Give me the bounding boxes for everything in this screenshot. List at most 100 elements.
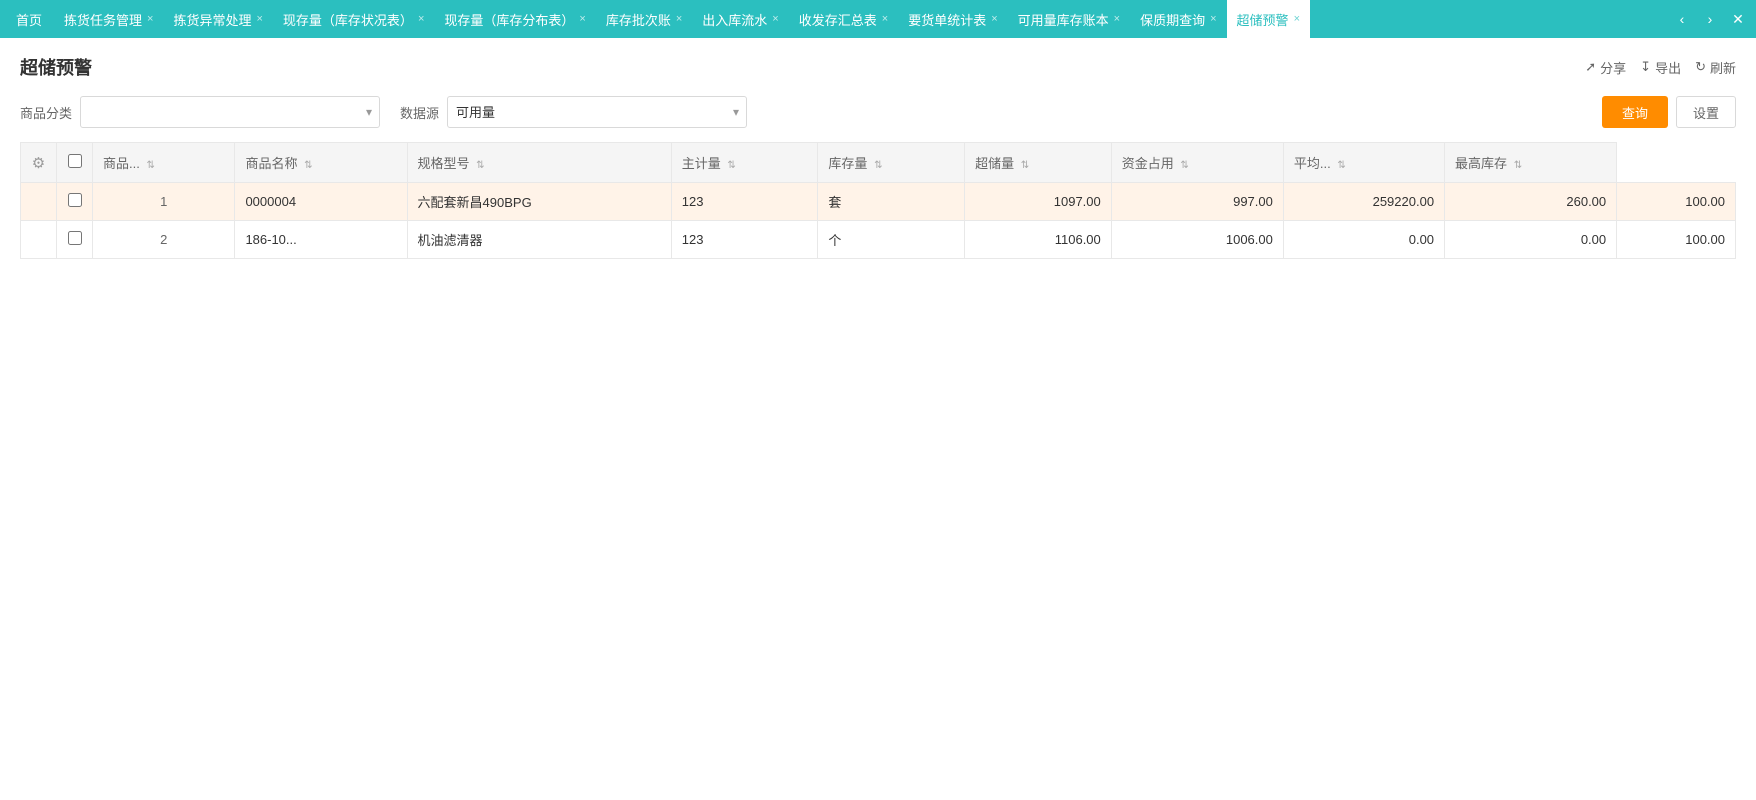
- nav-arrows: ‹ › ✕: [1668, 0, 1752, 38]
- row-product-code: 0000004: [235, 183, 407, 221]
- row-overflow: 997.00: [1111, 183, 1283, 221]
- row-checkbox-cell: [57, 221, 93, 259]
- row-checkbox[interactable]: [68, 231, 82, 245]
- tab-close-icon[interactable]: ×: [676, 13, 682, 25]
- export-button[interactable]: ↧ 导出: [1640, 58, 1681, 77]
- tab-close-icon[interactable]: ×: [418, 13, 424, 25]
- category-select-wrap: ▾: [80, 96, 380, 128]
- col-stock[interactable]: 库存量 ⇅: [818, 143, 965, 183]
- row-spec: 123: [671, 183, 818, 221]
- filter-actions: 查询 设置: [1602, 96, 1736, 128]
- header-actions: ➚ 分享 ↧ 导出 ↻ 刷新: [1585, 58, 1736, 77]
- page-container: 超储预警 ➚ 分享 ↧ 导出 ↻ 刷新 商品分类 ▾: [0, 38, 1756, 800]
- row-unit: 套: [818, 183, 965, 221]
- nav-prev-arrow[interactable]: ‹: [1668, 0, 1696, 38]
- datasource-filter-group: 数据源 可用量 库存量 ▾: [400, 96, 747, 128]
- row-gear-cell: [21, 183, 57, 221]
- row-stock: 1097.00: [965, 183, 1112, 221]
- table-body: 1 0000004 六配套新昌490BPG 123 套 1097.00 997.…: [21, 183, 1736, 259]
- tab-close-icon[interactable]: ×: [1114, 13, 1120, 25]
- refresh-button[interactable]: ↻ 刷新: [1695, 58, 1736, 77]
- refresh-icon: ↻: [1695, 59, 1706, 75]
- row-avg: 260.00: [1445, 183, 1617, 221]
- table-header-row: ⚙ 商品... ⇅ 商品名称 ⇅ 规格型号 ⇅ 主计量: [21, 143, 1736, 183]
- sort-icon: ⇅: [874, 160, 882, 171]
- row-checkbox[interactable]: [68, 193, 82, 207]
- sort-icon: ⇅: [1180, 160, 1188, 171]
- tab-yaohuo-tongji[interactable]: 要货单统计表 ×: [898, 0, 1007, 38]
- sort-icon: ⇅: [1514, 160, 1522, 171]
- tab-keyongliang-zhangben[interactable]: 可用量库存账本 ×: [1008, 0, 1130, 38]
- tab-close-icon[interactable]: ×: [882, 13, 888, 25]
- tab-close-icon[interactable]: ×: [579, 13, 585, 25]
- category-label: 商品分类: [20, 103, 72, 122]
- col-gear: ⚙: [21, 143, 57, 183]
- row-product-name: 六配套新昌490BPG: [407, 183, 671, 221]
- settings-gear-icon[interactable]: ⚙: [32, 155, 45, 172]
- export-icon: ↧: [1640, 59, 1651, 75]
- tab-close-icon[interactable]: ×: [991, 13, 997, 25]
- row-product-name: 机油滤清器: [407, 221, 671, 259]
- select-all-checkbox[interactable]: [68, 154, 82, 168]
- nav-home[interactable]: 首页: [4, 10, 54, 29]
- share-icon: ➚: [1585, 59, 1596, 75]
- col-max-stock[interactable]: 最高库存 ⇅: [1445, 143, 1617, 183]
- row-checkbox-cell: [57, 183, 93, 221]
- row-capital: 0.00: [1283, 221, 1444, 259]
- col-product-code[interactable]: 商品... ⇅: [93, 143, 235, 183]
- col-unit[interactable]: 主计量 ⇅: [671, 143, 818, 183]
- col-checkbox-header: [57, 143, 93, 183]
- sort-icon: ⇅: [1337, 160, 1345, 171]
- row-index: 1: [93, 183, 235, 221]
- settings-button[interactable]: 设置: [1676, 96, 1736, 128]
- sort-icon: ⇅: [1021, 160, 1029, 171]
- tab-close-icon[interactable]: ×: [1294, 13, 1300, 25]
- data-table: ⚙ 商品... ⇅ 商品名称 ⇅ 规格型号 ⇅ 主计量: [20, 142, 1736, 259]
- sort-icon: ⇅: [304, 160, 312, 171]
- tab-chaochuyujing[interactable]: 超储预警 ×: [1227, 0, 1310, 38]
- tab-shoufacun-huizong[interactable]: 收发存汇总表 ×: [789, 0, 898, 38]
- col-spec[interactable]: 规格型号 ⇅: [407, 143, 671, 183]
- col-capital[interactable]: 资金占用 ⇅: [1111, 143, 1283, 183]
- row-product-code: 186-10...: [235, 221, 407, 259]
- row-index: 2: [93, 221, 235, 259]
- page-header: 超储预警 ➚ 分享 ↧ 导出 ↻ 刷新: [20, 54, 1736, 80]
- tab-jianghuo-yichang[interactable]: 拣货异常处理 ×: [163, 0, 272, 38]
- tab-xiancunliang-fenbiao[interactable]: 现存量（库存分布表） ×: [434, 0, 595, 38]
- tab-close-icon[interactable]: ×: [1210, 13, 1216, 25]
- tab-close-icon[interactable]: ×: [256, 13, 262, 25]
- category-filter-group: 商品分类 ▾: [20, 96, 380, 128]
- col-overflow[interactable]: 超储量 ⇅: [965, 143, 1112, 183]
- tab-close-icon[interactable]: ×: [147, 13, 153, 25]
- row-spec: 123: [671, 221, 818, 259]
- col-product-name[interactable]: 商品名称 ⇅: [235, 143, 407, 183]
- tab-xiancunliang-kuangkuang[interactable]: 现存量（库存状况表） ×: [273, 0, 434, 38]
- tab-baozhi-chaxun[interactable]: 保质期查询 ×: [1130, 0, 1226, 38]
- tab-jianghuo-renwu[interactable]: 拣货任务管理 ×: [54, 0, 163, 38]
- nav-close-all[interactable]: ✕: [1724, 0, 1752, 38]
- col-avg[interactable]: 平均... ⇅: [1283, 143, 1444, 183]
- row-stock: 1106.00: [965, 221, 1112, 259]
- tab-close-icon[interactable]: ×: [772, 13, 778, 25]
- row-unit: 个: [818, 221, 965, 259]
- tab-kucun-pici[interactable]: 库存批次账 ×: [596, 0, 692, 38]
- row-avg: 0.00: [1445, 221, 1617, 259]
- row-max-stock: 100.00: [1617, 183, 1736, 221]
- sort-icon: ⇅: [146, 160, 154, 171]
- datasource-select[interactable]: 可用量 库存量: [447, 96, 747, 128]
- sort-icon: ⇅: [727, 160, 735, 171]
- tab-churuku-liushui[interactable]: 出入库流水 ×: [692, 0, 788, 38]
- category-select[interactable]: [80, 96, 380, 128]
- row-gear-cell: [21, 221, 57, 259]
- sort-icon: ⇅: [476, 160, 484, 171]
- filter-row: 商品分类 ▾ 数据源 可用量 库存量 ▾ 查询 设置: [20, 96, 1736, 128]
- query-button[interactable]: 查询: [1602, 96, 1668, 128]
- row-capital: 259220.00: [1283, 183, 1444, 221]
- row-max-stock: 100.00: [1617, 221, 1736, 259]
- page-title: 超储预警: [20, 54, 92, 80]
- datasource-select-wrap: 可用量 库存量 ▾: [447, 96, 747, 128]
- share-button[interactable]: ➚ 分享: [1585, 58, 1626, 77]
- nav-next-arrow[interactable]: ›: [1696, 0, 1724, 38]
- table-row: 1 0000004 六配套新昌490BPG 123 套 1097.00 997.…: [21, 183, 1736, 221]
- top-navigation: 首页 拣货任务管理 × 拣货异常处理 × 现存量（库存状况表） × 现存量（库存…: [0, 0, 1756, 38]
